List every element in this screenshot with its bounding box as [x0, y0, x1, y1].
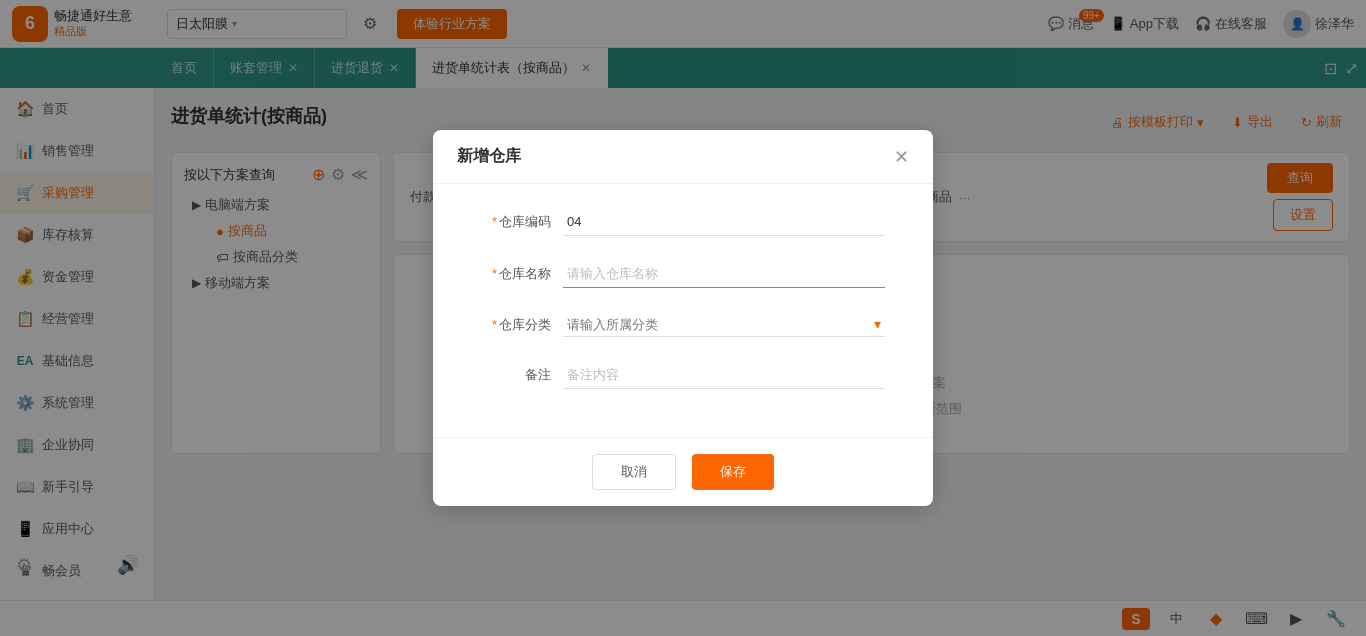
modal-overlay[interactable]: 新增仓库 ✕ *仓库编码 *仓库名称 *仓库分类: [0, 0, 1366, 636]
name-label: *仓库名称: [481, 265, 551, 283]
code-input[interactable]: [563, 208, 885, 236]
form-row-category: *仓库分类 ▾: [481, 312, 885, 337]
name-input[interactable]: [563, 260, 885, 288]
category-label: *仓库分类: [481, 316, 551, 334]
new-warehouse-modal: 新增仓库 ✕ *仓库编码 *仓库名称 *仓库分类: [433, 130, 933, 506]
category-dropdown-icon: ▾: [874, 316, 881, 332]
form-row-code: *仓库编码: [481, 208, 885, 236]
modal-close-icon[interactable]: ✕: [894, 148, 909, 166]
category-select-wrap[interactable]: ▾: [563, 312, 885, 337]
modal-header: 新增仓库 ✕: [433, 130, 933, 184]
save-button[interactable]: 保存: [692, 454, 774, 490]
modal-body: *仓库编码 *仓库名称 *仓库分类 ▾: [433, 184, 933, 437]
code-label: *仓库编码: [481, 213, 551, 231]
category-input[interactable]: [567, 317, 874, 332]
form-row-name: *仓库名称: [481, 260, 885, 288]
modal-title: 新增仓库: [457, 146, 521, 167]
modal-footer: 取消 保存: [433, 437, 933, 506]
form-row-remark: 备注: [481, 361, 885, 389]
remark-label: 备注: [481, 366, 551, 384]
remark-input[interactable]: [563, 361, 885, 389]
cancel-button[interactable]: 取消: [592, 454, 676, 490]
